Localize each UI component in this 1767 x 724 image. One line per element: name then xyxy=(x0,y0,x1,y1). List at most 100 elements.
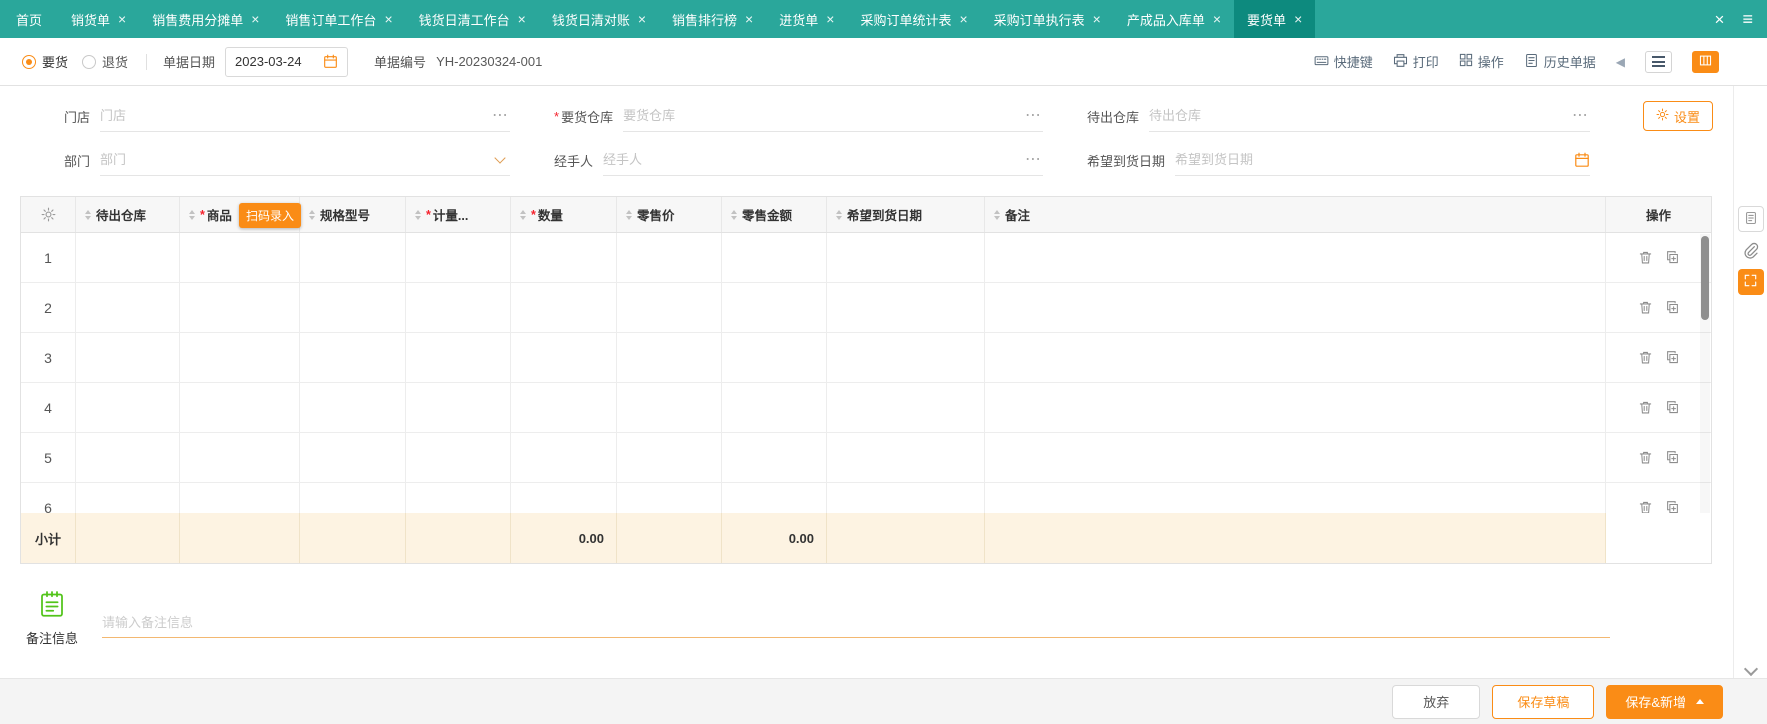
copy-row-icon[interactable] xyxy=(1665,350,1680,365)
cell-quantity[interactable] xyxy=(511,283,617,332)
cell-remark[interactable] xyxy=(985,433,1606,482)
remark-input[interactable] xyxy=(102,614,1610,630)
cell-remark[interactable] xyxy=(985,483,1606,513)
cell-retail-price[interactable] xyxy=(617,383,722,432)
radio-request[interactable]: 要货 xyxy=(22,52,68,71)
column-header-unit[interactable]: * 计量... xyxy=(406,197,511,232)
more-icon[interactable]: ⋯ xyxy=(1023,151,1043,168)
copy-row-icon[interactable] xyxy=(1665,450,1680,465)
tab[interactable]: 钱货日清工作台 × xyxy=(406,0,539,38)
save-draft-button[interactable]: 保存草稿 xyxy=(1492,684,1595,719)
cell-expected-date[interactable] xyxy=(827,333,985,382)
tab-close-icon[interactable]: × xyxy=(1294,12,1302,26)
cell-retail-price[interactable] xyxy=(617,233,722,282)
delete-row-icon[interactable] xyxy=(1638,500,1653,513)
tab[interactable]: 产成品入库单 × xyxy=(1114,0,1234,38)
more-icon[interactable]: ⋯ xyxy=(1570,107,1590,124)
sort-icon[interactable] xyxy=(85,209,91,220)
cell-remark[interactable] xyxy=(985,333,1606,382)
cell-spec[interactable] xyxy=(300,283,406,332)
cell-outbound-warehouse[interactable] xyxy=(76,433,180,482)
sort-icon[interactable] xyxy=(836,209,842,220)
close-icon[interactable]: × xyxy=(1715,11,1725,28)
column-header-quantity[interactable]: * 数量 xyxy=(511,197,617,232)
radio-return[interactable]: 退货 xyxy=(82,52,128,71)
sort-icon[interactable] xyxy=(994,209,1000,220)
date-input[interactable] xyxy=(235,54,316,69)
menu-icon[interactable]: ≡ xyxy=(1742,10,1753,28)
chevron-up-icon[interactable] xyxy=(1696,699,1704,704)
fullscreen-button[interactable] xyxy=(1737,269,1764,295)
grid-view-button[interactable] xyxy=(1692,50,1719,73)
column-header-outbound-warehouse[interactable]: 待出仓库 xyxy=(76,197,180,232)
store-input[interactable] xyxy=(100,108,484,123)
tab-home[interactable]: 首页 xyxy=(0,0,58,38)
cell-product[interactable] xyxy=(180,383,300,432)
column-header-retail-amount[interactable]: 零售金额 xyxy=(722,197,827,232)
attachment-icon[interactable] xyxy=(1742,242,1759,259)
cell-unit[interactable] xyxy=(406,483,511,513)
history-docs-button[interactable]: 历史单据 xyxy=(1524,52,1596,71)
calendar-icon[interactable] xyxy=(323,54,338,69)
cell-retail-amount[interactable] xyxy=(722,383,827,432)
cell-expected-date[interactable] xyxy=(827,483,985,513)
cell-retail-amount[interactable] xyxy=(722,433,827,482)
copy-row-icon[interactable] xyxy=(1665,500,1680,513)
cell-spec[interactable] xyxy=(300,383,406,432)
cell-product[interactable] xyxy=(180,233,300,282)
cell-expected-date[interactable] xyxy=(827,283,985,332)
copy-row-icon[interactable] xyxy=(1665,300,1680,315)
cell-retail-price[interactable] xyxy=(617,283,722,332)
cell-expected-date[interactable] xyxy=(827,233,985,282)
cell-unit[interactable] xyxy=(406,383,511,432)
handler-input[interactable] xyxy=(603,152,1017,167)
column-header-settings[interactable] xyxy=(21,197,76,232)
copy-row-icon[interactable] xyxy=(1665,250,1680,265)
scroll-down-icon[interactable] xyxy=(1734,661,1767,677)
cell-product[interactable] xyxy=(180,433,300,482)
list-view-button[interactable] xyxy=(1645,50,1672,73)
delete-row-icon[interactable] xyxy=(1638,250,1653,265)
more-icon[interactable]: ⋯ xyxy=(1023,107,1043,124)
column-header-product[interactable]: * 商品 扫码录入 xyxy=(180,197,301,232)
department-input[interactable] xyxy=(100,152,490,167)
tab-close-icon[interactable]: × xyxy=(118,12,126,26)
tab-close-icon[interactable]: × xyxy=(959,12,967,26)
cell-remark[interactable] xyxy=(985,383,1606,432)
tab[interactable]: 要货单 × xyxy=(1234,0,1316,38)
cell-spec[interactable] xyxy=(300,233,406,282)
cell-expected-date[interactable] xyxy=(827,433,985,482)
tab-close-icon[interactable]: × xyxy=(1213,12,1221,26)
scan-entry-button[interactable]: 扫码录入 xyxy=(238,203,301,228)
save-and-new-button[interactable]: 保存&新增 xyxy=(1606,684,1723,719)
tab[interactable]: 销售订单工作台 × xyxy=(272,0,405,38)
delete-row-icon[interactable] xyxy=(1638,300,1653,315)
column-header-spec[interactable]: 规格型号 xyxy=(300,197,406,232)
cell-retail-amount[interactable] xyxy=(722,333,827,382)
sort-icon[interactable] xyxy=(415,209,421,220)
cell-outbound-warehouse[interactable] xyxy=(76,383,180,432)
tab-close-icon[interactable]: × xyxy=(518,12,526,26)
cell-retail-price[interactable] xyxy=(617,483,722,513)
cell-outbound-warehouse[interactable] xyxy=(76,483,180,513)
cell-unit[interactable] xyxy=(406,333,511,382)
cell-product[interactable] xyxy=(180,333,300,382)
cell-retail-price[interactable] xyxy=(617,333,722,382)
cell-outbound-warehouse[interactable] xyxy=(76,233,180,282)
cell-retail-amount[interactable] xyxy=(722,283,827,332)
tab-close-icon[interactable]: × xyxy=(251,12,259,26)
gear-icon[interactable] xyxy=(41,207,56,222)
column-header-expected-date[interactable]: 希望到货日期 xyxy=(827,197,985,232)
sort-icon[interactable] xyxy=(309,209,315,220)
cell-quantity[interactable] xyxy=(511,233,617,282)
print-button[interactable]: 打印 xyxy=(1393,52,1439,71)
copy-row-icon[interactable] xyxy=(1665,400,1680,415)
delete-row-icon[interactable] xyxy=(1638,400,1653,415)
chevron-down-icon[interactable] xyxy=(494,151,506,164)
cell-spec[interactable] xyxy=(300,333,406,382)
cell-unit[interactable] xyxy=(406,433,511,482)
column-header-retail-price[interactable]: 零售价 xyxy=(617,197,722,232)
outbound-warehouse-input[interactable] xyxy=(1149,108,1564,123)
tab[interactable]: 采购订单统计表 × xyxy=(847,0,980,38)
scrollbar-thumb[interactable] xyxy=(1701,236,1709,320)
